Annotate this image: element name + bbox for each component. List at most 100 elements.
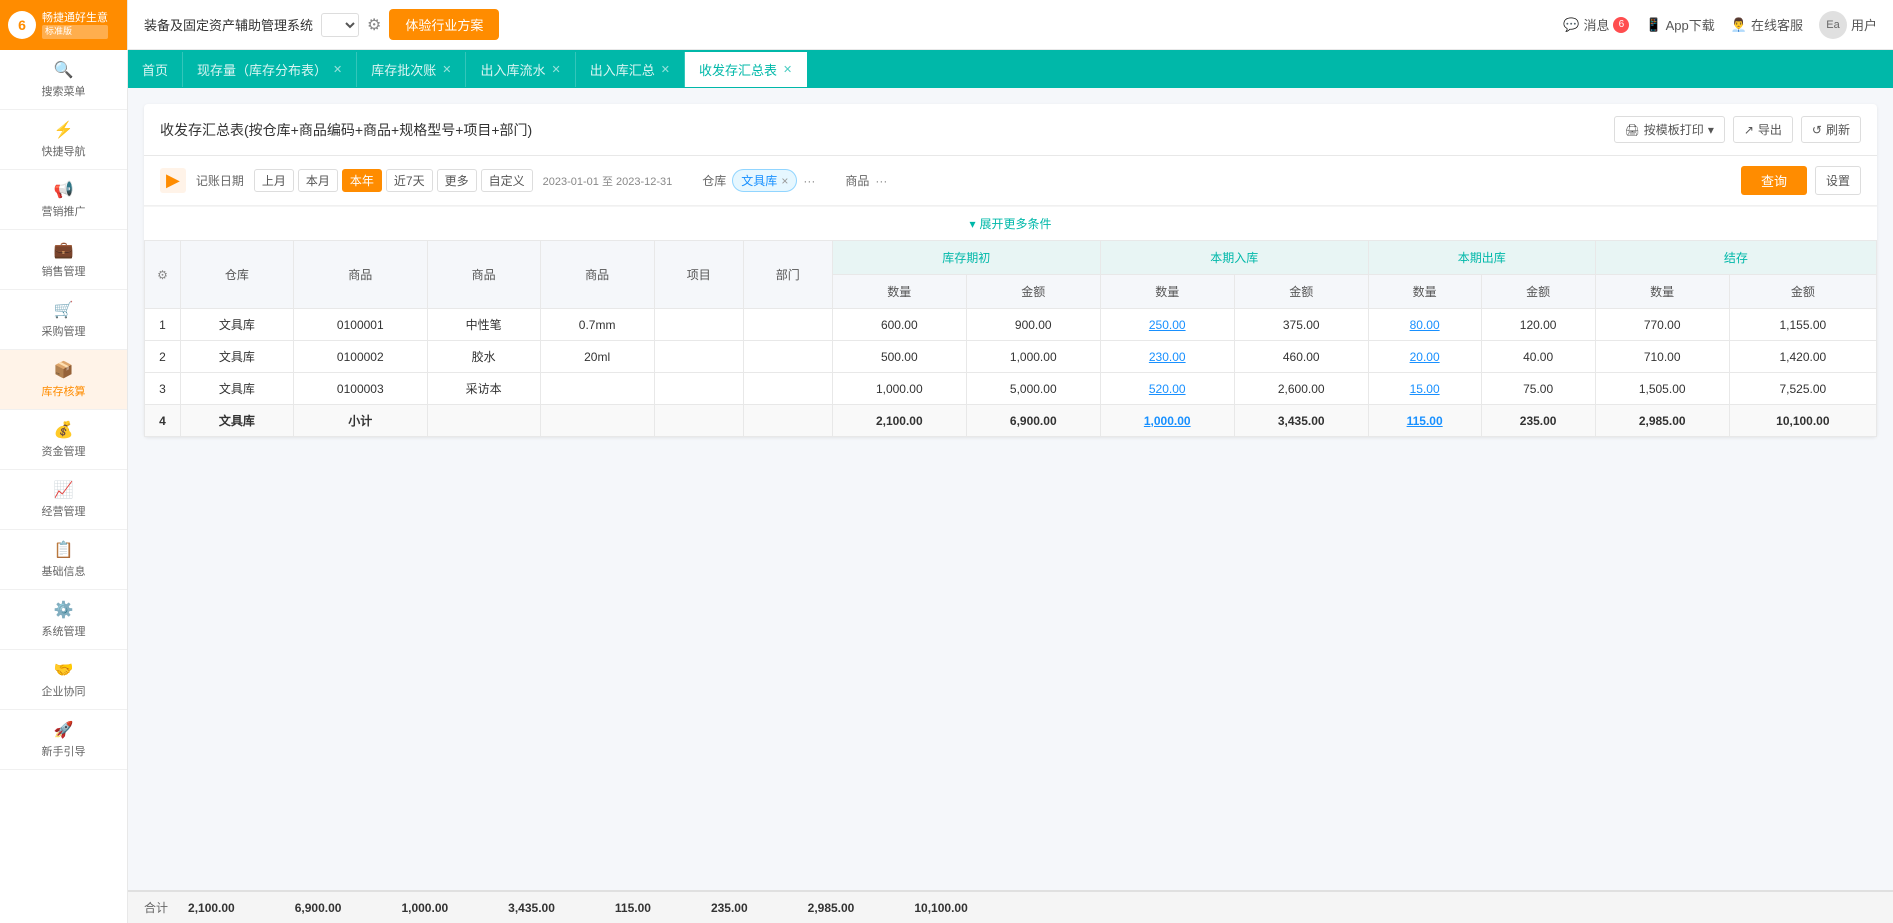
total-close-qty: 2,985.00 — [808, 901, 855, 915]
date-btn-this-month[interactable]: 本月 — [298, 169, 338, 192]
filter-toggle-btn[interactable]: ▶ — [160, 168, 186, 193]
sidebar-item-marketing[interactable]: 📢 营销推广 — [0, 170, 127, 230]
app-download-item[interactable]: 📱 App下载 — [1645, 15, 1714, 34]
tab-close-inout-summary[interactable]: ✕ — [661, 63, 670, 76]
cell-opening-qty-3: 1,000.00 — [832, 373, 966, 405]
cell-project-2 — [654, 341, 743, 373]
cell-out-qty-3[interactable]: 15.00 — [1368, 373, 1481, 405]
cell-dept-3 — [743, 373, 832, 405]
table-row: 2 文具库 0100002 胶水 20ml 500.00 1,000.00 23… — [145, 341, 1877, 373]
goods-label: 商品 — [845, 172, 869, 189]
th-goods-spec: 商品 — [540, 241, 654, 309]
cell-spec-1: 0.7mm — [540, 309, 654, 341]
refresh-icon: ↺ — [1812, 123, 1822, 137]
date-btn-7days[interactable]: 近7天 — [386, 169, 433, 192]
th-close-qty: 数量 — [1595, 275, 1729, 309]
sidebar-item-sales[interactable]: 💼 销售管理 — [0, 230, 127, 290]
sidebar-item-collab[interactable]: 🤝 企业协同 — [0, 650, 127, 710]
cell-project-3 — [654, 373, 743, 405]
cell-dept-1 — [743, 309, 832, 341]
cell-name-2: 胶水 — [427, 341, 540, 373]
th-dept: 部门 — [743, 241, 832, 309]
avatar: Ea — [1819, 11, 1847, 39]
cell-warehouse-3: 文具库 — [181, 373, 294, 405]
th-out-amt: 金额 — [1481, 275, 1595, 309]
tab-inout-flow[interactable]: 出入库流水 ✕ — [466, 52, 575, 87]
sidebar-label-system: 系统管理 — [42, 623, 86, 639]
sidebar-item-operations[interactable]: 📈 经营管理 — [0, 470, 127, 530]
sidebar-label-marketing: 营销推广 — [42, 203, 86, 219]
tab-close-inout-flow[interactable]: ✕ — [552, 63, 561, 76]
quick-icon: ⚡ — [54, 120, 74, 140]
expand-more-btn[interactable]: ▾ 展开更多条件 — [957, 211, 1063, 236]
newguide-icon: 🚀 — [54, 720, 74, 740]
sidebar-item-quick[interactable]: ⚡ 快捷导航 — [0, 110, 127, 170]
export-btn[interactable]: ↗ 导出 — [1733, 116, 1793, 143]
goods-more[interactable]: ··· — [875, 174, 887, 188]
table-settings-icon[interactable]: ⚙ — [157, 268, 168, 282]
cell-in-qty-3[interactable]: 520.00 — [1100, 373, 1234, 405]
tab-recv-summary[interactable]: 收发存汇总表 ✕ — [685, 52, 807, 87]
user-item[interactable]: Ea 用户 — [1819, 11, 1877, 39]
date-btn-custom[interactable]: 自定义 — [481, 169, 533, 192]
search-icon: 🔍 — [54, 60, 74, 80]
th-project: 项目 — [654, 241, 743, 309]
tab-inventory-dist[interactable]: 现存量（库存分布表） ✕ — [183, 52, 357, 87]
cell-seq-2: 2 — [145, 341, 181, 373]
query-btn[interactable]: 查询 — [1741, 166, 1807, 195]
cell-in-qty-1[interactable]: 250.00 — [1100, 309, 1234, 341]
th-group-out: 本期出库 — [1368, 241, 1595, 275]
online-service-item[interactable]: 👨‍💼 在线客服 — [1731, 15, 1803, 34]
printer-icon: 🖨 — [1625, 123, 1640, 137]
sidebar-item-inventory[interactable]: 📦 库存核算 — [0, 350, 127, 410]
date-btn-more[interactable]: 更多 — [437, 169, 477, 192]
cell-out-qty-1[interactable]: 80.00 — [1368, 309, 1481, 341]
cell-subtotal-opening-amt: 6,900.00 — [966, 405, 1100, 437]
cell-subtotal-label: 小计 — [293, 405, 427, 437]
cell-project-1 — [654, 309, 743, 341]
sidebar-item-finance[interactable]: 💰 资金管理 — [0, 410, 127, 470]
cell-warehouse-1: 文具库 — [181, 309, 294, 341]
header-left: 装备及固定资产辅助管理系统 ⚙ 体验行业方案 — [144, 9, 499, 40]
warehouse-more[interactable]: ··· — [803, 174, 815, 188]
cell-out-qty-2[interactable]: 20.00 — [1368, 341, 1481, 373]
gear-icon[interactable]: ⚙ — [367, 15, 381, 35]
tab-bar: 首页 现存量（库存分布表） ✕ 库存批次账 ✕ 出入库流水 ✕ 出入库汇总 ✕ … — [128, 50, 1893, 88]
sidebar-item-purchase[interactable]: 🛒 采购管理 — [0, 290, 127, 350]
cell-opening-amt-3: 5,000.00 — [966, 373, 1100, 405]
tab-close-batch[interactable]: ✕ — [442, 63, 451, 76]
cell-in-qty-2[interactable]: 230.00 — [1100, 341, 1234, 373]
refresh-btn[interactable]: ↺ 刷新 — [1801, 116, 1861, 143]
tab-home-label: 首页 — [142, 60, 168, 79]
sidebar-item-newguide[interactable]: 🚀 新手引导 — [0, 710, 127, 770]
th-goods-name: 商品 — [427, 241, 540, 309]
tab-close-recv-summary[interactable]: ✕ — [783, 63, 792, 76]
sidebar-label-collab: 企业协同 — [42, 683, 86, 699]
date-btn-this-year[interactable]: 本年 — [342, 169, 382, 192]
inventory-icon: 📦 — [54, 360, 74, 380]
settings-btn2[interactable]: 设置 — [1815, 166, 1861, 195]
sidebar-item-system[interactable]: ⚙️ 系统管理 — [0, 590, 127, 650]
cell-subtotal-in-qty: 1,000.00 — [1100, 405, 1234, 437]
tab-close-inventory-dist[interactable]: ✕ — [333, 63, 342, 76]
tab-inout-summary[interactable]: 出入库汇总 ✕ — [576, 52, 685, 87]
message-item[interactable]: 💬 消息 6 — [1563, 15, 1629, 34]
tab-recv-summary-label: 收发存汇总表 — [699, 60, 777, 79]
experience-btn[interactable]: 体验行业方案 — [389, 9, 499, 40]
sidebar-item-basic[interactable]: 📋 基础信息 — [0, 530, 127, 590]
date-btn-last-month[interactable]: 上月 — [254, 169, 294, 192]
page-card: 收发存汇总表(按仓库+商品编码+商品+规格型号+项目+部门) 🖨 按模板打印 ▾… — [144, 104, 1877, 437]
page-title: 收发存汇总表(按仓库+商品编码+商品+规格型号+项目+部门) — [160, 120, 532, 140]
cell-subtotal-out-qty: 115.00 — [1368, 405, 1481, 437]
sidebar-item-search[interactable]: 🔍 搜索菜单 — [0, 50, 127, 110]
cell-close-amt-2: 1,420.00 — [1729, 341, 1876, 373]
print-btn[interactable]: 🖨 按模板打印 ▾ — [1614, 116, 1725, 143]
chevron-down-icon: ▾ — [1708, 123, 1714, 137]
system-select[interactable] — [321, 13, 359, 37]
warehouse-tag-close[interactable]: × — [781, 174, 788, 188]
tab-batch[interactable]: 库存批次账 ✕ — [357, 52, 466, 87]
tab-home[interactable]: 首页 — [128, 52, 183, 87]
sidebar-label-newguide: 新手引导 — [42, 743, 86, 759]
tab-batch-label: 库存批次账 — [371, 60, 436, 79]
content-area: 收发存汇总表(按仓库+商品编码+商品+规格型号+项目+部门) 🖨 按模板打印 ▾… — [128, 88, 1893, 890]
